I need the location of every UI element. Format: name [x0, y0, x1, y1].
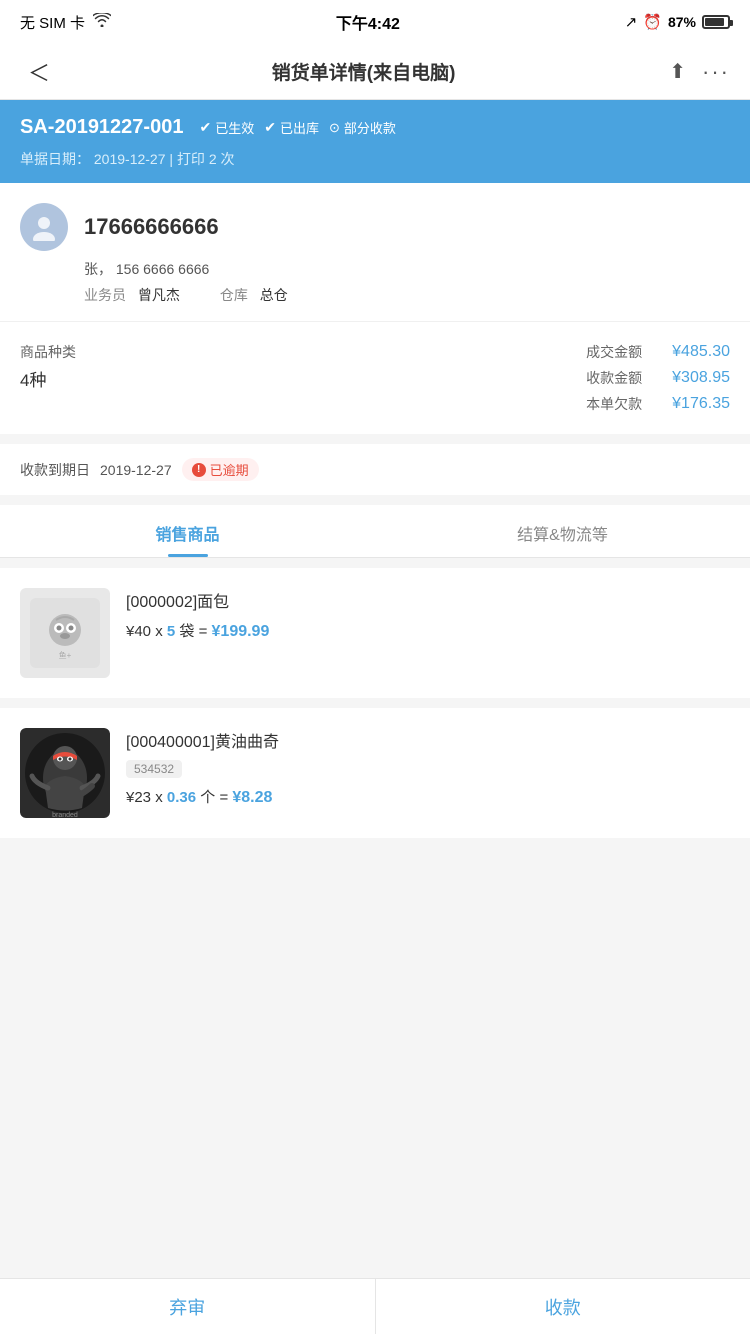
product-qty-1: 5 — [167, 623, 175, 640]
alarm-icon: ⏰ — [643, 13, 662, 31]
header-banner: SA-20191227-001 ✔ 已生效 ✔ 已出库 ⊙ 部分收款 单据日期：… — [0, 100, 750, 183]
sales-name: 曾凡杰 — [138, 287, 180, 303]
debt-amount-row: 本单欠款 ¥176.35 — [586, 394, 730, 414]
badge-shipped: ✔ 已出库 — [264, 118, 319, 137]
product-qty-2: 0.36 — [167, 789, 196, 806]
svg-text:branded: branded — [52, 812, 78, 818]
check-icon-2: ✔ — [264, 119, 276, 136]
product-total-1: ¥199.99 — [212, 623, 270, 640]
check-icon-1: ✔ — [199, 119, 211, 136]
tab-sales-products[interactable]: 销售商品 — [0, 505, 375, 557]
due-date: 2019-12-27 — [100, 462, 172, 478]
tabs-header: 销售商品 结算&物流等 — [0, 505, 750, 558]
receipt-amount-row: 收款金额 ¥308.95 — [586, 368, 730, 388]
customer-meta: 业务员 曾凡杰 仓库 总仓 — [84, 285, 730, 305]
customer-detail: 张， 156 6666 6666 业务员 曾凡杰 仓库 总仓 — [20, 259, 730, 305]
product-price-2: ¥23 x 0.36 个 = ¥8.28 — [126, 786, 730, 807]
overdue-warning-icon: ! — [192, 463, 206, 477]
financial-stats: 成交金额 ¥485.30 收款金额 ¥308.95 本单欠款 ¥176.35 — [586, 342, 730, 414]
order-id: SA-20191227-001 — [20, 116, 183, 139]
stats-section: 商品种类 4种 成交金额 ¥485.30 收款金额 ¥308.95 本单欠款 ¥… — [0, 322, 750, 434]
product-item: 鱼+ [0000002]面包 ¥40 x 5 袋 = ¥199.99 — [0, 568, 750, 698]
nav-actions: ⬆ ··· — [669, 59, 730, 85]
more-icon[interactable]: ··· — [702, 59, 730, 85]
product-tag-2: 534532 — [126, 760, 182, 778]
battery-percent: 87% — [668, 14, 696, 30]
product-info-2: [000400001]黄油曲奇 534532 ¥23 x 0.36 个 = ¥8… — [126, 728, 730, 807]
collect-payment-button[interactable]: 收款 — [376, 1279, 750, 1334]
product-info-1: [0000002]面包 ¥40 x 5 袋 = ¥199.99 — [126, 588, 730, 641]
avatar — [20, 203, 68, 251]
status-right: ↗ ⏰ 87% — [625, 13, 730, 31]
product-price-1: ¥40 x 5 袋 = ¥199.99 — [126, 620, 730, 641]
deal-amount-row: 成交金额 ¥485.30 — [586, 342, 730, 362]
badge-effective: ✔ 已生效 — [199, 118, 254, 137]
nav-bar: ＜ 销货单详情(来自电脑) ⬆ ··· — [0, 44, 750, 100]
battery-icon — [702, 15, 730, 29]
page-title: 销货单详情(来自电脑) — [272, 58, 456, 85]
order-date-row: 单据日期： 2019-12-27 | 打印 2 次 — [20, 149, 730, 169]
due-date-section: 收款到期日 2019-12-27 ! 已逾期 — [0, 444, 750, 495]
tab-settlement-logistics[interactable]: 结算&物流等 — [375, 505, 750, 557]
product-count: 商品种类 4种 — [20, 342, 76, 391]
warehouse-label: 仓库 — [220, 287, 248, 303]
reject-review-button[interactable]: 弃审 — [0, 1279, 376, 1334]
sales-label: 业务员 — [84, 287, 126, 303]
product-image-1: 鱼+ — [20, 588, 110, 678]
status-left: 无 SIM 卡 — [20, 12, 111, 33]
tabs-section: 销售商品 结算&物流等 — [0, 505, 750, 558]
overdue-badge: ! 已逾期 — [182, 458, 259, 481]
bottom-bar: 弃审 收款 — [0, 1278, 750, 1334]
customer-name-phone: 张， 156 6666 6666 — [84, 259, 730, 279]
back-button[interactable]: ＜ — [20, 48, 58, 96]
status-time: 下午4:42 — [336, 10, 400, 34]
customer-phone: 17666666666 — [84, 214, 219, 240]
share-icon[interactable]: ⬆ — [669, 59, 686, 84]
wifi-icon — [93, 13, 111, 31]
clock-icon: ⊙ — [329, 120, 340, 136]
warehouse-name: 总仓 — [260, 287, 288, 303]
svg-text:鱼+: 鱼+ — [59, 650, 72, 660]
location-icon: ↗ — [625, 13, 638, 31]
product-image-2: branded — [20, 728, 110, 818]
product-name-2: [000400001]黄油曲奇 — [126, 728, 730, 752]
customer-section: 17666666666 张， 156 6666 6666 业务员 曾凡杰 仓库 … — [0, 183, 750, 434]
carrier-text: 无 SIM 卡 — [20, 12, 85, 33]
due-label: 收款到期日 — [20, 460, 90, 480]
product-total-2: ¥8.28 — [232, 789, 272, 806]
product-list: 鱼+ [0000002]面包 ¥40 x 5 袋 = ¥199.99 — [0, 558, 750, 918]
status-badges: ✔ 已生效 ✔ 已出库 ⊙ 部分收款 — [199, 118, 395, 137]
product-name-1: [0000002]面包 — [126, 588, 730, 612]
product-item-2: branded [000400001]黄油曲奇 534532 ¥23 x 0.3… — [0, 708, 750, 838]
status-bar: 无 SIM 卡 下午4:42 ↗ ⏰ 87% — [0, 0, 750, 44]
badge-partial-payment: ⊙ 部分收款 — [329, 118, 396, 137]
